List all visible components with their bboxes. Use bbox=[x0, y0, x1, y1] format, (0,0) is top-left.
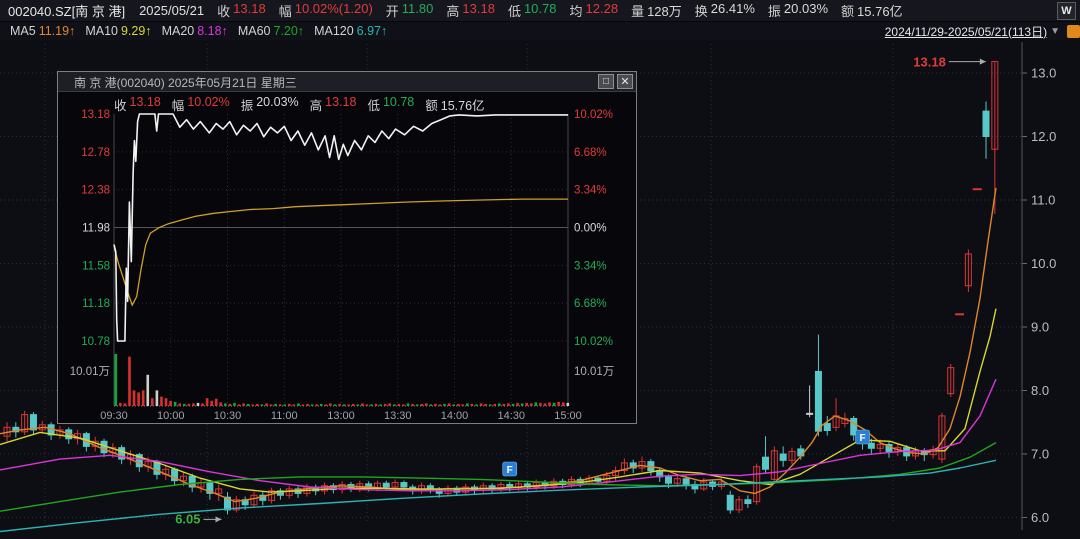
intraday-pct-tick: 10.02% bbox=[574, 109, 613, 121]
orange-tool-icon[interactable] bbox=[1067, 25, 1080, 38]
intraday-pct-tick: 6.68% bbox=[574, 147, 607, 159]
ma-line-ma60 bbox=[0, 443, 996, 512]
quote-fields: 收13.18 幅10.02%(1.20) 开11.80 高13.18 低10.78 均12… bbox=[204, 1, 902, 20]
main-y-tick: 11.0 bbox=[1031, 193, 1055, 208]
low-price-marker: 6.05 bbox=[175, 511, 200, 526]
volume-scale-label: 10.01万 bbox=[70, 366, 110, 378]
ma-legend-ma10: MA109.29↑ bbox=[85, 24, 151, 38]
main-y-tick: 13.0 bbox=[1031, 66, 1056, 81]
stock-terminal-window: 13.012.011.010.09.08.07.06.0FF13.186.05 … bbox=[0, 0, 1080, 539]
intraday-price-tick: 11.98 bbox=[82, 223, 110, 235]
ma-legend-ma60: MA607.20↑ bbox=[238, 24, 304, 38]
intraday-time-tick: 10:00 bbox=[157, 410, 185, 422]
intraday-volume-bars bbox=[115, 354, 570, 406]
ma-legend-ma20: MA208.18↑ bbox=[162, 24, 228, 38]
main-y-tick: 7.0 bbox=[1031, 447, 1049, 462]
ma-legend-items: MA511.19↑ MA109.29↑ MA208.18↑ MA607.20↑ MA12… bbox=[0, 24, 387, 38]
quote-field-低: 低10.78 bbox=[508, 1, 557, 20]
intraday-pct-tick: 0.00% bbox=[574, 223, 607, 235]
intraday-price-tick: 11.58 bbox=[82, 260, 110, 272]
intraday-price-tick: 11.18 bbox=[82, 298, 110, 310]
quote-field-高: 高13.18 bbox=[446, 1, 495, 20]
intraday-field-幅: 幅10.02% bbox=[172, 95, 230, 114]
intraday-field-高: 高13.18 bbox=[310, 95, 357, 114]
intraday-price-tick: 12.78 bbox=[81, 147, 110, 159]
intraday-pct-tick: 6.68% bbox=[574, 298, 607, 310]
high-price-marker: 13.18 bbox=[913, 55, 946, 70]
quote-bar: 002040.SZ[南 京 港] 2025/05/21 收13.18 幅10.02… bbox=[0, 0, 1080, 22]
main-y-tick: 8.0 bbox=[1031, 383, 1049, 398]
intraday-time-tick: 14:30 bbox=[497, 410, 525, 422]
svg-text:F: F bbox=[507, 465, 513, 476]
svg-text:F: F bbox=[859, 433, 865, 444]
intraday-time-tick: 13:00 bbox=[327, 410, 355, 422]
quote-field-收: 收13.18 bbox=[217, 1, 266, 20]
quote-field-开: 开11.80 bbox=[386, 1, 434, 20]
intraday-field-振: 振20.03% bbox=[241, 95, 299, 114]
intraday-time-tick: 13:30 bbox=[384, 410, 412, 422]
intraday-pct-tick: 3.34% bbox=[574, 185, 607, 197]
event-badge-f[interactable]: F bbox=[503, 462, 517, 476]
quote-field-量: 量128万 bbox=[631, 1, 682, 20]
quote-field-幅: 幅10.02%(1.20) bbox=[279, 1, 373, 20]
intraday-price-tick: 10.78 bbox=[81, 336, 110, 348]
intraday-chart: 13.18 10.02% 12.78 6.68% 12.38 3.34% 11.98 0.00… bbox=[58, 72, 636, 423]
intraday-time-tick: 10:30 bbox=[214, 410, 242, 422]
quote-field-均: 均12.28 bbox=[570, 1, 619, 20]
intraday-popup-window: 南 京 港(002040) 2025年05月21日 星期三 □ ✕ 13.181… bbox=[57, 71, 637, 424]
quote-date: 2025/05/21 bbox=[139, 3, 204, 18]
ma-line-ma120 bbox=[0, 460, 996, 531]
symbol-name[interactable]: 002040.SZ[南 京 港] bbox=[8, 1, 125, 20]
intraday-field-收: 收13.18 bbox=[114, 95, 161, 114]
intraday-field-低: 低10.78 bbox=[367, 95, 414, 114]
ma-legend-ma120: MA1206.97↑ bbox=[314, 24, 387, 38]
wind-logo-icon: W bbox=[1057, 2, 1076, 20]
intraday-time-tick: 14:00 bbox=[441, 410, 469, 422]
main-y-tick: 10.0 bbox=[1031, 256, 1056, 271]
date-range-label[interactable]: 2024/11/29-2025/05/21(113日) bbox=[885, 23, 1047, 40]
intraday-pct-tick: 10.02% bbox=[574, 336, 613, 348]
main-y-tick: 12.0 bbox=[1031, 129, 1056, 144]
volume-scale-label: 10.01万 bbox=[574, 366, 614, 378]
intraday-field-额: 额15.76亿 bbox=[425, 95, 484, 114]
quote-field-额: 额15.76亿 bbox=[841, 1, 903, 20]
date-range-selector[interactable]: 2024/11/29-2025/05/21(113日) ▼ bbox=[885, 22, 1078, 40]
ma-legend-ma5: MA511.19↑ bbox=[10, 24, 75, 38]
quote-field-振: 振20.03% bbox=[768, 1, 828, 20]
quote-field-换: 换26.41% bbox=[695, 1, 755, 20]
main-y-tick: 9.0 bbox=[1031, 320, 1049, 335]
intraday-price-tick: 13.18 bbox=[81, 109, 110, 121]
intraday-stats-row: 收13.18 幅10.02% 振20.03% 高13.18 低10.78 额15.76亿 bbox=[114, 95, 496, 114]
intraday-time-tick: 11:00 bbox=[271, 410, 298, 422]
intraday-time-tick: 15:00 bbox=[554, 410, 582, 422]
intraday-time-tick: 09:30 bbox=[100, 410, 128, 422]
intraday-price-tick: 12.38 bbox=[81, 185, 110, 197]
event-badge-f[interactable]: F bbox=[856, 430, 870, 444]
intraday-pct-tick: 3.34% bbox=[574, 260, 607, 272]
main-y-tick: 6.0 bbox=[1031, 510, 1049, 525]
chevron-down-icon[interactable]: ▼ bbox=[1050, 26, 1060, 37]
